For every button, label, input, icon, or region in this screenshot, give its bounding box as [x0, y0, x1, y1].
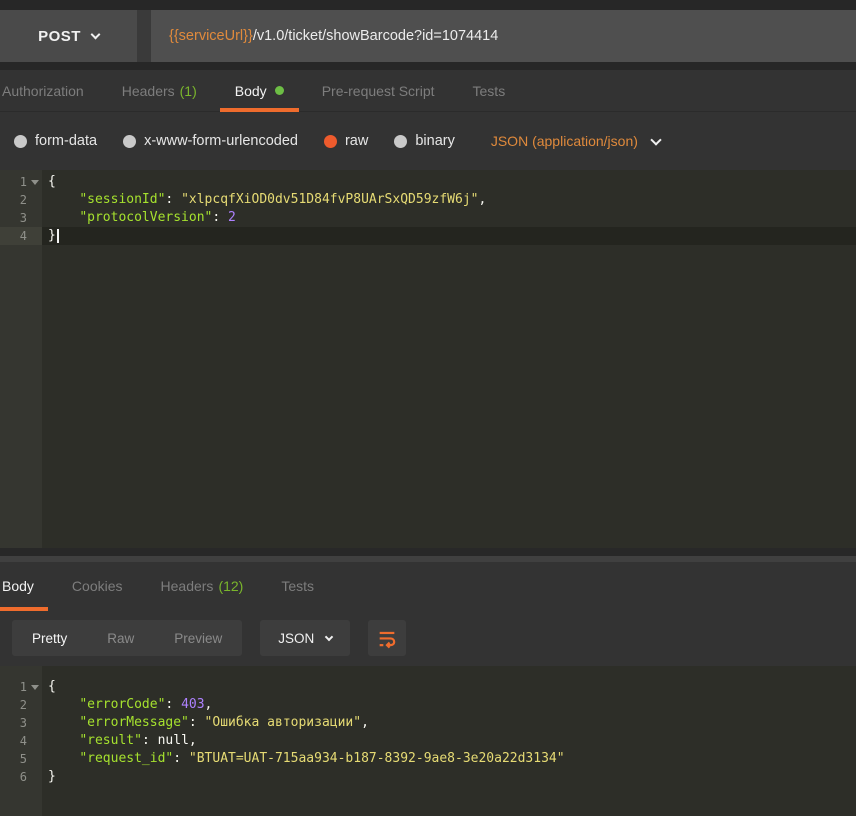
headers-count-badge: (1) [179, 82, 197, 99]
json-null-value: null [157, 733, 189, 748]
radio-binary[interactable]: binary [394, 133, 455, 149]
pane-divider [0, 548, 856, 556]
tab-tests[interactable]: Tests [458, 70, 521, 111]
fold-toggle-icon[interactable] [27, 180, 42, 185]
code-line: 2 "errorCode": 403, [0, 696, 856, 714]
fold-toggle-icon[interactable] [27, 685, 42, 690]
code-text[interactable]: "errorCode": 403, [42, 696, 856, 714]
radio-selected-circle-icon [323, 134, 337, 148]
code-text[interactable]: "sessionId": "xlpcqfXiOD0dv51D84fvP8UArS… [42, 191, 856, 209]
code-text[interactable]: "result": null, [42, 732, 856, 750]
content-type-dropdown[interactable]: JSON (application/json) [491, 133, 662, 149]
chevron-down-icon [90, 29, 101, 40]
line-number: 1 [19, 680, 27, 694]
json-number-value: 403 [181, 697, 205, 712]
radio-circle-icon [394, 134, 408, 148]
method-url-divider [137, 10, 151, 62]
wrap-text-button[interactable] [368, 620, 407, 656]
response-format-dropdown[interactable]: JSON [260, 620, 351, 656]
radio-x-www-form-urlencoded[interactable]: x-www-form-urlencoded [123, 133, 298, 149]
url-path: /v1.0/ticket/showBarcode?id=1074414 [252, 28, 499, 44]
code-line: 3 "protocolVersion": 2 [0, 209, 856, 227]
line-number: 5 [19, 752, 27, 766]
tab-response-cookies[interactable]: Cookies [58, 562, 137, 610]
code-line: 6 } [0, 768, 856, 786]
radio-form-data[interactable]: form-data [14, 133, 97, 149]
raw-button[interactable]: Raw [87, 620, 154, 656]
json-key: "errorMessage" [79, 715, 189, 730]
request-url-bar: POST {{serviceUrl}}/v1.0/ticket/showBarc… [0, 10, 856, 62]
body-has-content-dot-icon [274, 86, 284, 95]
text-cursor [56, 228, 59, 243]
radio-circle-icon [14, 134, 27, 148]
radio-raw[interactable]: raw [323, 133, 368, 149]
response-headers-count-badge: (12) [218, 578, 244, 594]
response-body-viewer[interactable]: 1 { 2 "errorCode": 403, 3 "errorMessage"… [0, 666, 856, 816]
preview-button[interactable]: Preview [154, 620, 242, 656]
json-key: "result" [79, 733, 142, 748]
json-string-value: "xlpcqfXiOD0dv51D84fvP8UArSxQD59zfW6j" [181, 192, 479, 207]
json-string-value: "Ошибка авторизации" [204, 715, 362, 730]
chevron-down-icon [650, 133, 662, 146]
active-tab-underline [0, 607, 48, 611]
code-line: 5 "request_id": "BTUAT=UAT-715aa934-b187… [0, 750, 856, 768]
line-number: 3 [19, 716, 27, 730]
code-line: 1 { [0, 173, 856, 191]
tab-authorization[interactable]: Authorization [2, 70, 99, 111]
request-tabs: Authorization Headers (1) Body Pre-reque… [0, 70, 856, 112]
json-key: "errorCode" [79, 697, 166, 712]
pretty-button[interactable]: Pretty [12, 620, 87, 656]
active-tab-underline [219, 108, 299, 112]
tab-response-headers[interactable]: Headers (12) [147, 562, 258, 610]
window-top-strip [0, 0, 856, 10]
bar-bottom-strip [0, 62, 856, 70]
line-number: 1 [19, 175, 27, 189]
radio-circle-icon [123, 134, 137, 148]
body-type-selector-row: form-data x-www-form-urlencoded raw bina… [0, 112, 856, 170]
json-key: "sessionId" [79, 192, 166, 207]
line-number: 4 [19, 229, 27, 243]
code-line: 3 "errorMessage": "Ошибка авторизации", [0, 714, 856, 732]
code-text[interactable]: } [42, 227, 856, 245]
request-body-editor[interactable]: 1 { 2 "sessionId": "xlpcqfXiOD0dv51D84fv… [0, 170, 856, 548]
code-text[interactable]: "request_id": "BTUAT=UAT-715aa934-b187-8… [42, 750, 856, 768]
code-line-active: 4 } [0, 227, 856, 245]
json-key: "request_id" [79, 751, 174, 766]
code-line: 4 "result": null, [0, 732, 856, 750]
code-text[interactable]: "protocolVersion": 2 [42, 209, 856, 227]
code-text[interactable]: { [42, 678, 856, 696]
code-line: 2 "sessionId": "xlpcqfXiOD0dv51D84fvP8UA… [0, 191, 856, 209]
json-string-value: "BTUAT=UAT-715aa934-b187-8392-9ae8-3e20a… [188, 751, 565, 766]
tab-response-tests[interactable]: Tests [267, 562, 328, 610]
http-method-label: POST [38, 27, 81, 45]
line-number: 4 [19, 734, 27, 748]
code-text[interactable]: "errorMessage": "Ошибка авторизации", [42, 714, 856, 732]
tab-headers[interactable]: Headers (1) [107, 70, 212, 111]
line-number: 2 [19, 193, 27, 207]
tab-body[interactable]: Body [219, 70, 299, 112]
code-text[interactable]: } [42, 768, 856, 786]
url-environment-variable: {{serviceUrl}} [169, 28, 253, 44]
response-view-mode-group: Pretty Raw Preview [12, 620, 243, 656]
http-method-select[interactable]: POST [0, 10, 137, 62]
tab-pre-request-script[interactable]: Pre-request Script [307, 70, 450, 111]
code-line: 1 { [0, 678, 856, 696]
word-wrap-icon [379, 631, 396, 649]
json-key: "protocolVersion" [79, 210, 213, 225]
response-tabs: Body Cookies Headers (12) Tests [0, 562, 856, 611]
json-number-value: 2 [228, 210, 236, 225]
tab-response-body[interactable]: Body [0, 562, 48, 611]
line-number: 2 [19, 698, 27, 712]
code-text[interactable]: { [42, 173, 856, 191]
response-view-toolbar: Pretty Raw Preview JSON [0, 610, 856, 666]
url-input[interactable]: {{serviceUrl}}/v1.0/ticket/showBarcode?i… [151, 10, 856, 62]
line-number: 3 [19, 211, 27, 225]
chevron-down-icon [325, 632, 334, 642]
line-number: 6 [19, 770, 27, 784]
